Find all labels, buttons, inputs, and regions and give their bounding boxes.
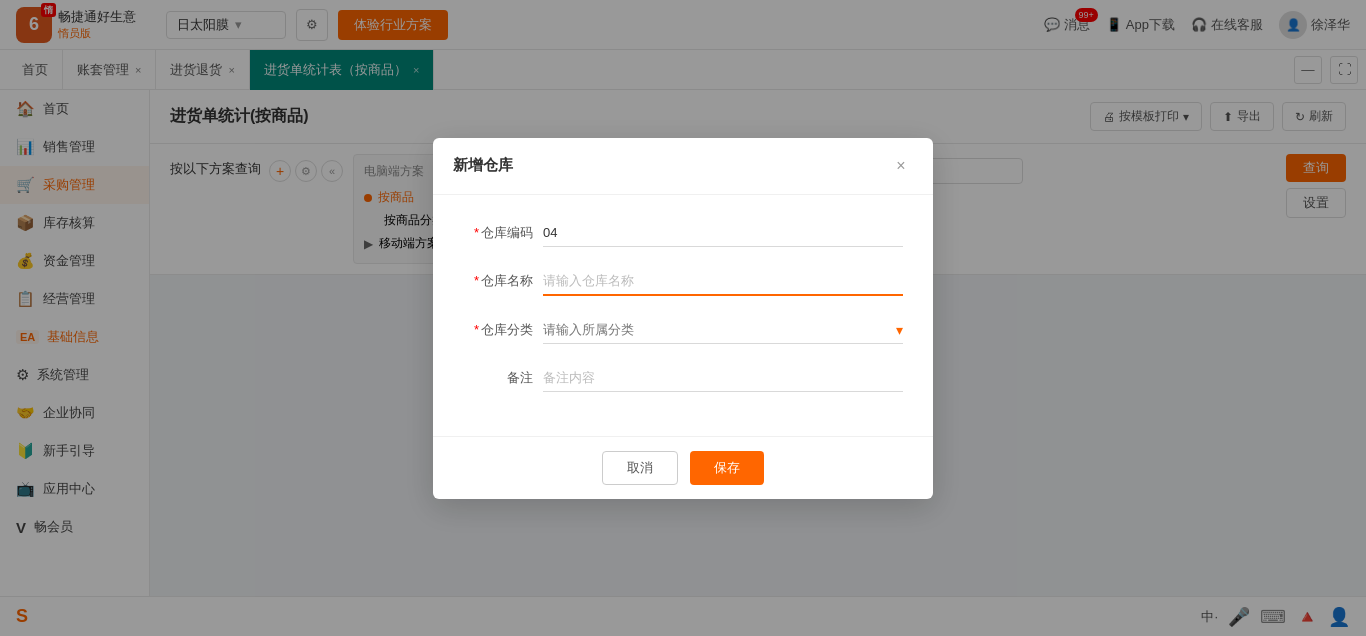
form-row-note: 备注	[463, 364, 903, 392]
modal-title: 新增仓库	[453, 156, 513, 175]
modal-close-icon[interactable]: ×	[889, 154, 913, 178]
category-select-wrapper: ▾	[543, 316, 903, 344]
category-input[interactable]	[543, 316, 903, 344]
note-label: 备注	[463, 369, 543, 387]
form-row-code: 仓库编码	[463, 219, 903, 247]
category-label: 仓库分类	[463, 321, 543, 339]
modal-body: 仓库编码 仓库名称 仓库分类 ▾ 备注	[433, 195, 933, 436]
form-row-category: 仓库分类 ▾	[463, 316, 903, 344]
name-input[interactable]	[543, 267, 903, 296]
modal-header: 新增仓库 ×	[433, 138, 933, 195]
category-arrow-icon: ▾	[896, 322, 903, 338]
code-input[interactable]	[543, 219, 903, 247]
modal-overlay[interactable]: 新增仓库 × 仓库编码 仓库名称 仓库分类 ▾	[0, 0, 1366, 636]
note-input[interactable]	[543, 364, 903, 392]
code-label: 仓库编码	[463, 224, 543, 242]
cancel-button[interactable]: 取消	[602, 451, 678, 485]
new-warehouse-modal: 新增仓库 × 仓库编码 仓库名称 仓库分类 ▾	[433, 138, 933, 499]
modal-footer: 取消 保存	[433, 436, 933, 499]
form-row-name: 仓库名称	[463, 267, 903, 296]
save-button[interactable]: 保存	[690, 451, 764, 485]
name-label: 仓库名称	[463, 272, 543, 290]
